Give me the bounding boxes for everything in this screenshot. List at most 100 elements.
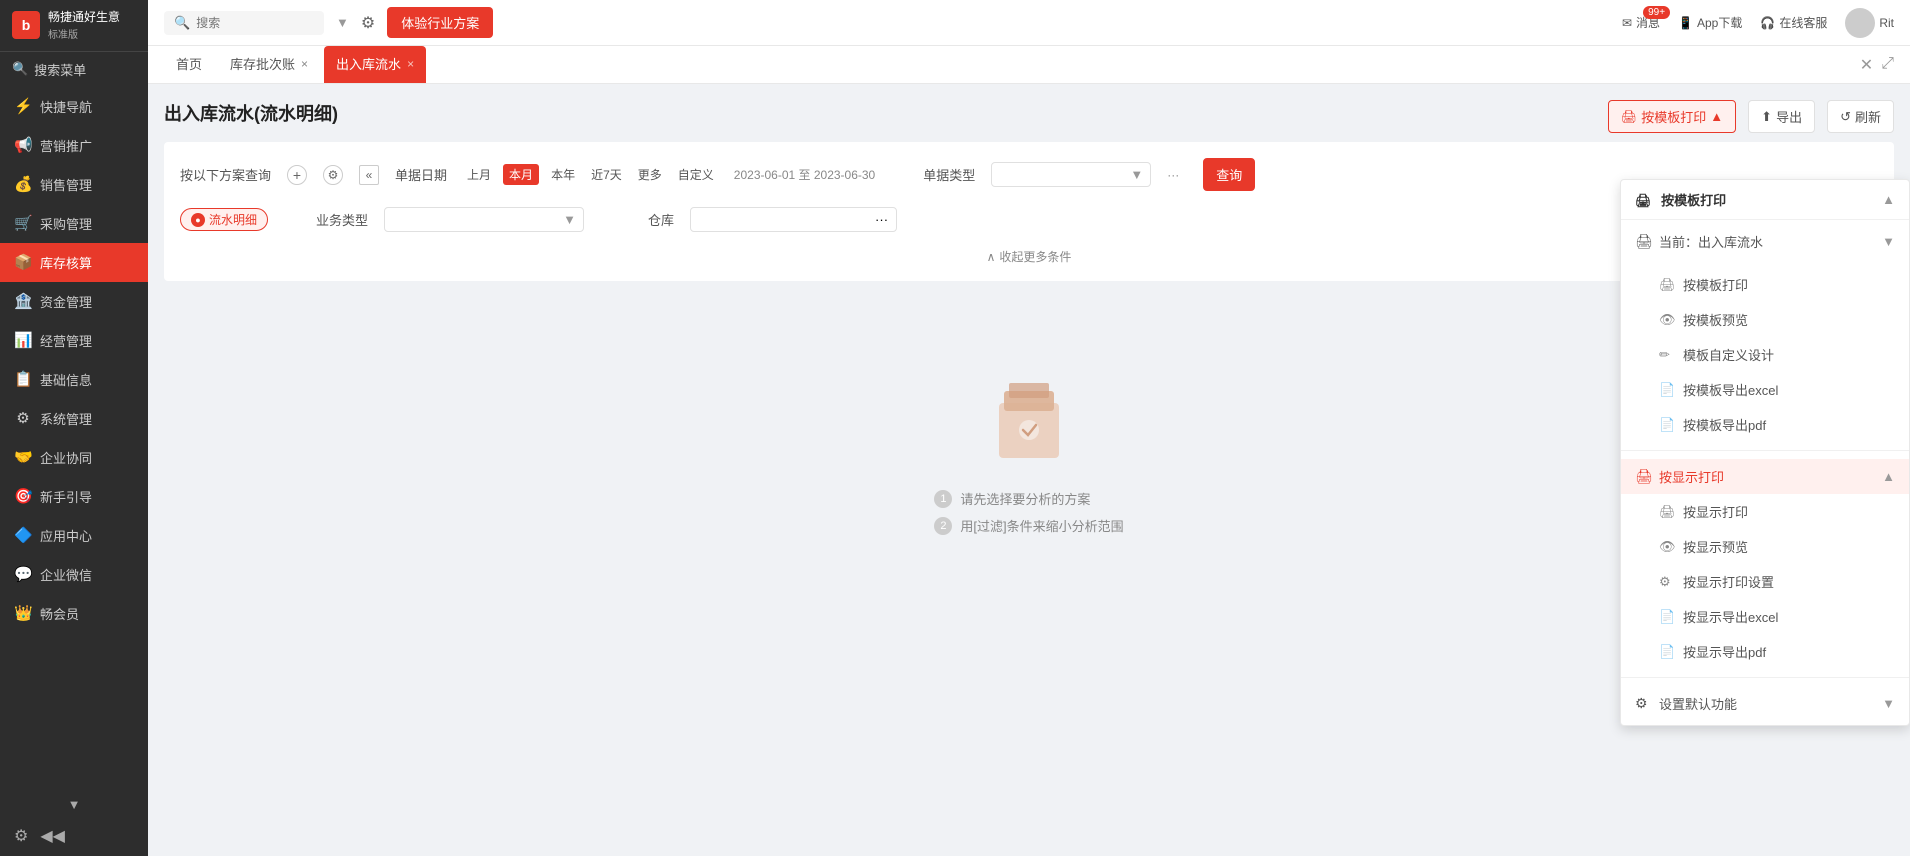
app-logo: b 畅捷通好生意 标准版 xyxy=(0,0,148,52)
sidebar-item-marketing[interactable]: 📢 营销推广 xyxy=(0,126,148,165)
tab-inventory-batch[interactable]: 库存批次账 × xyxy=(218,46,320,83)
sidebar-item-label: 畅会员 xyxy=(40,604,79,623)
dropdown-display-settings-item[interactable]: ⚙ 按显示打印设置 xyxy=(1621,564,1909,599)
step-2-text: 用[过滤]条件来缩小分析范围 xyxy=(960,516,1123,535)
topbar-search-chevron[interactable]: ▼ xyxy=(336,15,349,30)
dropdown-template-design-item[interactable]: ✏ 模板自定义设计 xyxy=(1621,337,1909,372)
sidebar-search-label: 搜索菜单 xyxy=(34,60,86,79)
collapse-sidebar-icon[interactable]: ◀◀ xyxy=(40,826,65,846)
export-btn[interactable]: ⬆ 导出 xyxy=(1748,100,1815,133)
close-window-icon[interactable]: ✕ xyxy=(1860,55,1873,75)
sidebar-item-label: 采购管理 xyxy=(40,214,92,233)
dropdown-display-preview-item[interactable]: 👁 按显示预览 xyxy=(1621,529,1909,564)
maximize-window-icon[interactable]: ⤢ xyxy=(1881,55,1894,75)
topbar-gear-icon[interactable]: ⚙ xyxy=(361,13,375,33)
date-tab-custom[interactable]: 自定义 xyxy=(674,164,718,185)
sidebar-search[interactable]: 🔍 搜索菜单 xyxy=(0,52,148,87)
sidebar-item-label: 资金管理 xyxy=(40,292,92,311)
tab-label: 出入库流水 xyxy=(336,54,401,73)
tab-close-icon[interactable]: × xyxy=(301,57,308,71)
chevron-up-collapse-icon: ∧ xyxy=(987,250,996,264)
dropdown-current-icon: 🖨 xyxy=(1635,233,1651,250)
step-2-num: 2 xyxy=(934,517,952,535)
date-tab-this-year[interactable]: 本年 xyxy=(547,164,579,185)
dropdown-template-pdf-item[interactable]: 📄 按模板导出pdf xyxy=(1621,407,1909,442)
warehouse-input-group: ··· xyxy=(690,207,897,232)
quick-nav-icon: ⚡ xyxy=(14,97,32,115)
online-service-btn[interactable]: 🎧 在线客服 xyxy=(1760,14,1827,31)
sidebar-item-member[interactable]: 👑 畅会员 xyxy=(0,594,148,633)
query-btn[interactable]: 查询 xyxy=(1203,158,1255,191)
template-excel-icon: 📄 xyxy=(1659,382,1675,398)
dropdown-template-excel-item[interactable]: 📄 按模板导出excel xyxy=(1621,372,1909,407)
sidebar-item-system[interactable]: ⚙ 系统管理 xyxy=(0,399,148,438)
collapse-more-btn[interactable]: ∧ 收起更多条件 xyxy=(987,248,1072,265)
trial-industry-btn[interactable]: 体验行业方案 xyxy=(387,7,493,38)
date-tab-7days[interactable]: 近7天 xyxy=(587,164,626,185)
print-template-btn[interactable]: 🖨 按模板打印 ▲ xyxy=(1608,100,1736,133)
warehouse-input[interactable] xyxy=(699,212,875,227)
app-download-btn[interactable]: 📱 App下载 xyxy=(1678,14,1742,31)
type-filter-label: 单据类型 xyxy=(923,165,975,184)
sidebar-item-finance[interactable]: 🏦 资金管理 xyxy=(0,282,148,321)
sidebar: b 畅捷通好生意 标准版 🔍 搜索菜单 ⚡ 快捷导航 📢 营销推广 💰 销售管理… xyxy=(0,0,148,856)
dropdown-title: 🖨 按模板打印 xyxy=(1635,190,1726,209)
sidebar-item-appcenter[interactable]: 🔷 应用中心 xyxy=(0,516,148,555)
dropdown-display-header[interactable]: 🖨 按显示打印 ▲ xyxy=(1621,459,1909,494)
dropdown-template-preview-item[interactable]: 👁 按模板预览 xyxy=(1621,302,1909,337)
dropdown-divider-2 xyxy=(1621,677,1909,678)
dropdown-display-pdf-item[interactable]: 📄 按显示导出pdf xyxy=(1621,634,1909,669)
sidebar-item-sales[interactable]: 💰 销售管理 xyxy=(0,165,148,204)
tab-home[interactable]: 首页 xyxy=(164,46,214,83)
sidebar-item-purchase[interactable]: 🛒 采购管理 xyxy=(0,204,148,243)
operations-icon: 📊 xyxy=(14,331,32,349)
filter-tag-label: 流水明细 xyxy=(209,211,257,228)
topbar-search-input[interactable] xyxy=(196,16,296,30)
sidebar-item-inventory[interactable]: 📦 库存核算 xyxy=(0,243,148,282)
sidebar-item-basic[interactable]: 📋 基础信息 xyxy=(0,360,148,399)
page-content: 出入库流水(流水明细) 🖨 按模板打印 ▲ ⬆ 导出 ↺ 刷新 按以下方案查询 … xyxy=(148,84,1910,856)
message-btn[interactable]: ✉ 消息 99+ xyxy=(1622,14,1660,31)
date-tab-last-month[interactable]: 上月 xyxy=(463,164,495,185)
filter-settings-btn[interactable]: ⚙ xyxy=(323,165,343,185)
settings-bottom-icon[interactable]: ⚙ xyxy=(14,826,28,846)
dropdown-collapse-icon[interactable]: ▲ xyxy=(1882,192,1895,207)
app-name: 畅捷通好生意 xyxy=(48,10,120,26)
sidebar-nav: ⚡ 快捷导航 📢 营销推广 💰 销售管理 🛒 采购管理 📦 库存核算 🏦 资金管… xyxy=(0,87,148,793)
dropdown-template-print-item[interactable]: 🖨 按模板打印 xyxy=(1621,267,1909,302)
date-range-display: 2023-06-01 至 2023-06-30 xyxy=(734,166,875,183)
sidebar-item-operations[interactable]: 📊 经营管理 xyxy=(0,321,148,360)
sidebar-item-enterprise[interactable]: 🤝 企业协同 xyxy=(0,438,148,477)
refresh-btn[interactable]: ↺ 刷新 xyxy=(1827,100,1894,133)
type-select[interactable] xyxy=(991,162,1151,187)
sidebar-scroll-down[interactable]: ▼ xyxy=(0,793,148,816)
sidebar-item-beginner[interactable]: 🎯 新手引导 xyxy=(0,477,148,516)
date-tabs: 上月 本月 本年 近7天 更多 自定义 xyxy=(463,164,718,185)
dropdown-default-header[interactable]: ⚙ 设置默认功能 ▼ xyxy=(1621,686,1909,721)
dropdown-current-header[interactable]: 🖨 当前：出入库流水 ▼ xyxy=(1621,224,1909,259)
filter-add-btn[interactable]: + xyxy=(287,165,307,185)
type-more-link[interactable]: ··· xyxy=(1167,168,1179,182)
date-tab-this-month[interactable]: 本月 xyxy=(503,164,539,185)
biz-type-select[interactable] xyxy=(384,207,584,232)
dropdown-display-label: 按显示打印 xyxy=(1659,467,1724,486)
sidebar-item-label: 经营管理 xyxy=(40,331,92,350)
filter-collapse-btn[interactable]: « xyxy=(359,165,379,185)
sidebar-item-label: 销售管理 xyxy=(40,175,92,194)
date-tab-more[interactable]: 更多 xyxy=(634,164,666,185)
tab-label: 库存批次账 xyxy=(230,54,295,73)
topbar-search-box[interactable]: 🔍 xyxy=(164,11,324,35)
tab-close-active-icon[interactable]: × xyxy=(407,57,414,71)
user-avatar-area[interactable]: Rit xyxy=(1845,8,1894,38)
export-icon: ⬆ xyxy=(1761,109,1772,125)
dropdown-display-excel-item[interactable]: 📄 按显示导出excel xyxy=(1621,599,1909,634)
dropdown-default-label: 设置默认功能 xyxy=(1659,694,1737,713)
dropdown-display-print-item[interactable]: 🖨 按显示打印 xyxy=(1621,494,1909,529)
sidebar-item-wechat[interactable]: 💬 企业微信 xyxy=(0,555,148,594)
empty-step-2: 2 用[过滤]条件来缩小分析范围 xyxy=(934,516,1123,535)
sidebar-item-quick-nav[interactable]: ⚡ 快捷导航 xyxy=(0,87,148,126)
refresh-icon: ↺ xyxy=(1840,109,1851,125)
tab-inout-flow[interactable]: 出入库流水 × xyxy=(324,46,426,83)
message-icon: ✉ xyxy=(1622,16,1632,30)
warehouse-dots[interactable]: ··· xyxy=(875,212,888,227)
